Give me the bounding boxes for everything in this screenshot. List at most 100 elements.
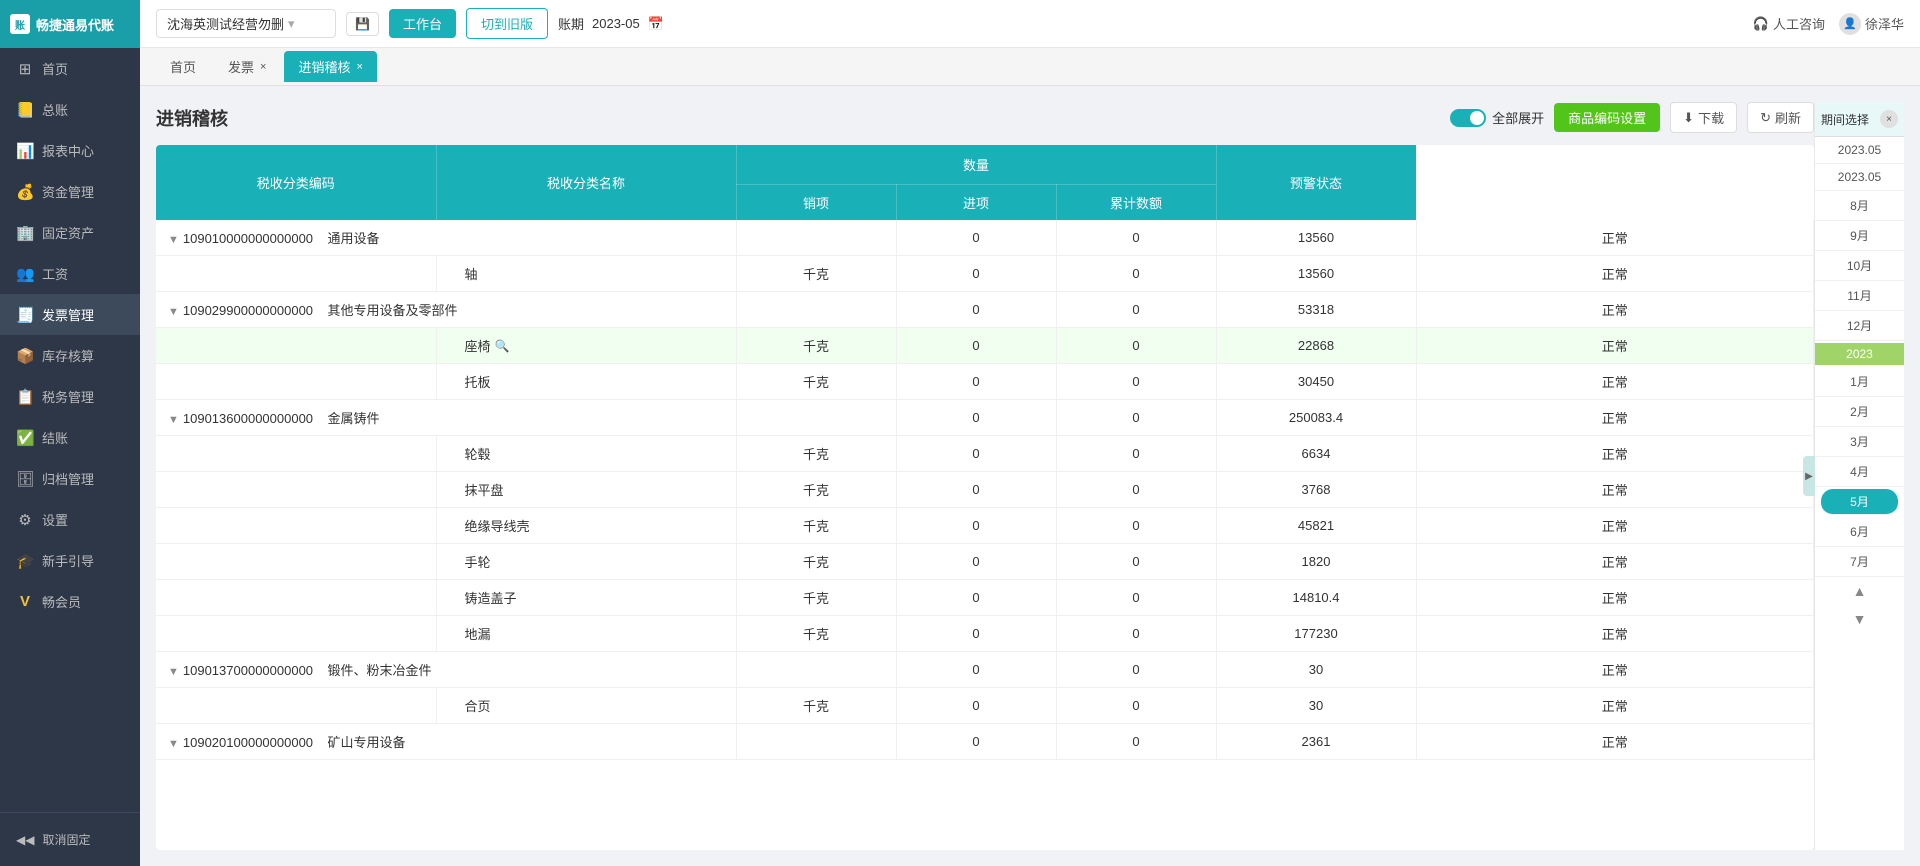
table-row[interactable]: ▼109029900000000000 其他专用设备及零部件 0 0 53318… (156, 292, 1814, 328)
sidebar-item-vip[interactable]: V 畅会员 (0, 581, 140, 622)
archive-icon: 🗄 (16, 470, 34, 488)
table-container[interactable]: 税收分类编码 税收分类名称 数量 预警状态 (156, 145, 1814, 760)
tab-reconcile[interactable]: 进销稽核 × (284, 51, 376, 82)
period-scroll-up[interactable]: ▲ (1853, 583, 1867, 599)
row-sale: 0 (896, 508, 1056, 544)
search-icon[interactable]: 🔍 (495, 339, 510, 353)
sidebar-item-home[interactable]: ⊞ 首页 (0, 48, 140, 89)
row-unit: 千克 (736, 364, 896, 400)
period-8[interactable]: 8月 (1815, 191, 1904, 221)
col-header-total: 累计数额 (1056, 185, 1216, 221)
period-10[interactable]: 10月 (1815, 251, 1904, 281)
sidebar-label-ledger: 总账 (42, 100, 68, 119)
period-2[interactable]: 2月 (1815, 397, 1904, 427)
sidebar-label-payroll: 工资 (42, 264, 68, 283)
row-status: 正常 (1416, 436, 1814, 472)
sidebar-label-settlement: 结账 (42, 428, 68, 447)
refresh-icon: ↻ (1760, 110, 1771, 126)
expand-toggle[interactable] (1450, 109, 1486, 127)
sidebar-item-assets[interactable]: 🏢 固定资产 (0, 212, 140, 253)
sidebar-item-invoice[interactable]: 🧾 发票管理 (0, 294, 140, 335)
expand-toggle-wrap: 全部展开 (1450, 108, 1544, 127)
period-2023-05-b[interactable]: 2023.05 (1815, 164, 1904, 191)
sidebar-item-archive[interactable]: 🗄 归档管理 (0, 458, 140, 499)
workbench-button[interactable]: 工作台 (389, 9, 456, 38)
table-row[interactable]: 托板 千克 0 0 30450 正常 (156, 364, 1814, 400)
tab-invoice[interactable]: 发票 × (214, 51, 280, 82)
row-status: 正常 (1416, 544, 1814, 580)
page-title: 进销稽核 (156, 105, 228, 131)
tab-home[interactable]: 首页 (156, 51, 210, 82)
table-row[interactable]: ▼109020100000000000 矿山专用设备 0 0 2361 正常 (156, 724, 1814, 760)
period-11[interactable]: 11月 (1815, 281, 1904, 311)
tab-reconcile-close[interactable]: × (356, 61, 362, 73)
table-row[interactable]: ▼109013700000000000 锻件、粉末冶金件 0 0 30 正常 (156, 652, 1814, 688)
row-purchase: 0 (1056, 328, 1216, 364)
product-code-button[interactable]: 商品编码设置 (1554, 103, 1660, 132)
table-row[interactable]: 座椅 🔍 千克 0 0 22868 正常 (156, 328, 1814, 364)
row-sale: 0 (896, 364, 1056, 400)
tab-invoice-close[interactable]: × (260, 61, 266, 73)
row-unit: 千克 (736, 436, 896, 472)
period-12[interactable]: 12月 (1815, 311, 1904, 341)
sidebar-bottom: ◀◀ 取消固定 (0, 812, 140, 866)
row-sale: 0 (896, 616, 1056, 652)
row-name: 轮毂 (436, 436, 736, 472)
calendar-icon[interactable]: 📅 (648, 16, 664, 32)
sidebar-item-tax[interactable]: 📋 税务管理 (0, 376, 140, 417)
tree-arrow-icon: ▼ (168, 414, 179, 426)
row-code (156, 580, 436, 616)
switch-version-button[interactable]: 切到旧版 (466, 8, 548, 39)
sidebar-item-funds[interactable]: 💰 资金管理 (0, 171, 140, 212)
product-name-cell: 座椅 🔍 (465, 336, 510, 355)
period-7[interactable]: 7月 (1815, 547, 1904, 577)
table-row[interactable]: 轴 千克 0 0 13560 正常 (156, 256, 1814, 292)
row-sale: 0 (896, 400, 1056, 436)
period-2023-05-top[interactable]: 2023.05 (1815, 137, 1904, 164)
table-row[interactable]: 绝缘导线壳 千克 0 0 45821 正常 (156, 508, 1814, 544)
assets-icon: 🏢 (16, 224, 34, 242)
download-button[interactable]: ⬇ 下载 (1670, 102, 1737, 133)
table-row[interactable]: 合页 千克 0 0 30 正常 (156, 688, 1814, 724)
table-row[interactable]: 地漏 千克 0 0 177230 正常 (156, 616, 1814, 652)
sidebar-item-ledger[interactable]: 📒 总账 (0, 89, 140, 130)
sidebar-item-settlement[interactable]: ✅ 结账 (0, 417, 140, 458)
table-row[interactable]: 抹平盘 千克 0 0 3768 正常 (156, 472, 1814, 508)
sidebar-item-payroll[interactable]: 👥 工资 (0, 253, 140, 294)
period-panel-close[interactable]: × (1880, 110, 1898, 128)
row-status: 正常 (1416, 256, 1814, 292)
save-draft-button[interactable]: 💾 (346, 12, 379, 36)
sidebar-item-settings[interactable]: ⚙ 设置 (0, 499, 140, 540)
user-name: 徐泽华 (1865, 14, 1904, 33)
support-button[interactable]: 🎧 人工咨询 (1753, 14, 1825, 33)
company-selector[interactable]: 沈海英测试经营勿删 ▾ (156, 9, 336, 38)
table-row[interactable]: ▼109010000000000000 通用设备 0 0 13560 正常 (156, 220, 1814, 256)
data-table-wrap: 税收分类编码 税收分类名称 数量 预警状态 (156, 145, 1814, 850)
period-1[interactable]: 1月 (1815, 367, 1904, 397)
row-code (156, 436, 436, 472)
period-9[interactable]: 9月 (1815, 221, 1904, 251)
sidebar-item-guide[interactable]: 🎓 新手引导 (0, 540, 140, 581)
user-menu[interactable]: 👤 徐泽华 (1839, 13, 1904, 35)
panel-collapse-toggle[interactable]: ▶ (1803, 456, 1815, 496)
period-4[interactable]: 4月 (1815, 457, 1904, 487)
period-6[interactable]: 6月 (1815, 517, 1904, 547)
period-list: 2023.05 2023.05 8月 9月 10月 11月 12月 2023 1… (1815, 137, 1904, 850)
settlement-icon: ✅ (16, 429, 34, 447)
period-5[interactable]: 5月 (1821, 489, 1898, 515)
table-row[interactable]: 轮毂 千克 0 0 6634 正常 (156, 436, 1814, 472)
table-row[interactable]: 铸造盖子 千克 0 0 14810.4 正常 (156, 580, 1814, 616)
sidebar-item-inventory[interactable]: 📦 库存核算 (0, 335, 140, 376)
period-scroll-down[interactable]: ▼ (1853, 611, 1867, 627)
unpin-button[interactable]: ◀◀ 取消固定 (0, 823, 140, 856)
row-purchase: 0 (1056, 256, 1216, 292)
save-icon: 💾 (355, 17, 370, 31)
table-row[interactable]: 手轮 千克 0 0 1820 正常 (156, 544, 1814, 580)
refresh-button[interactable]: ↻ 刷新 (1747, 102, 1814, 133)
sidebar-item-reports[interactable]: 📊 报表中心 (0, 130, 140, 171)
tabbar: 首页 发票 × 进销稽核 × (140, 48, 1920, 86)
row-purchase: 0 (1056, 544, 1216, 580)
table-row[interactable]: ▼109013600000000000 金属铸件 0 0 250083.4 正常 (156, 400, 1814, 436)
period-3[interactable]: 3月 (1815, 427, 1904, 457)
row-unit (736, 652, 896, 688)
